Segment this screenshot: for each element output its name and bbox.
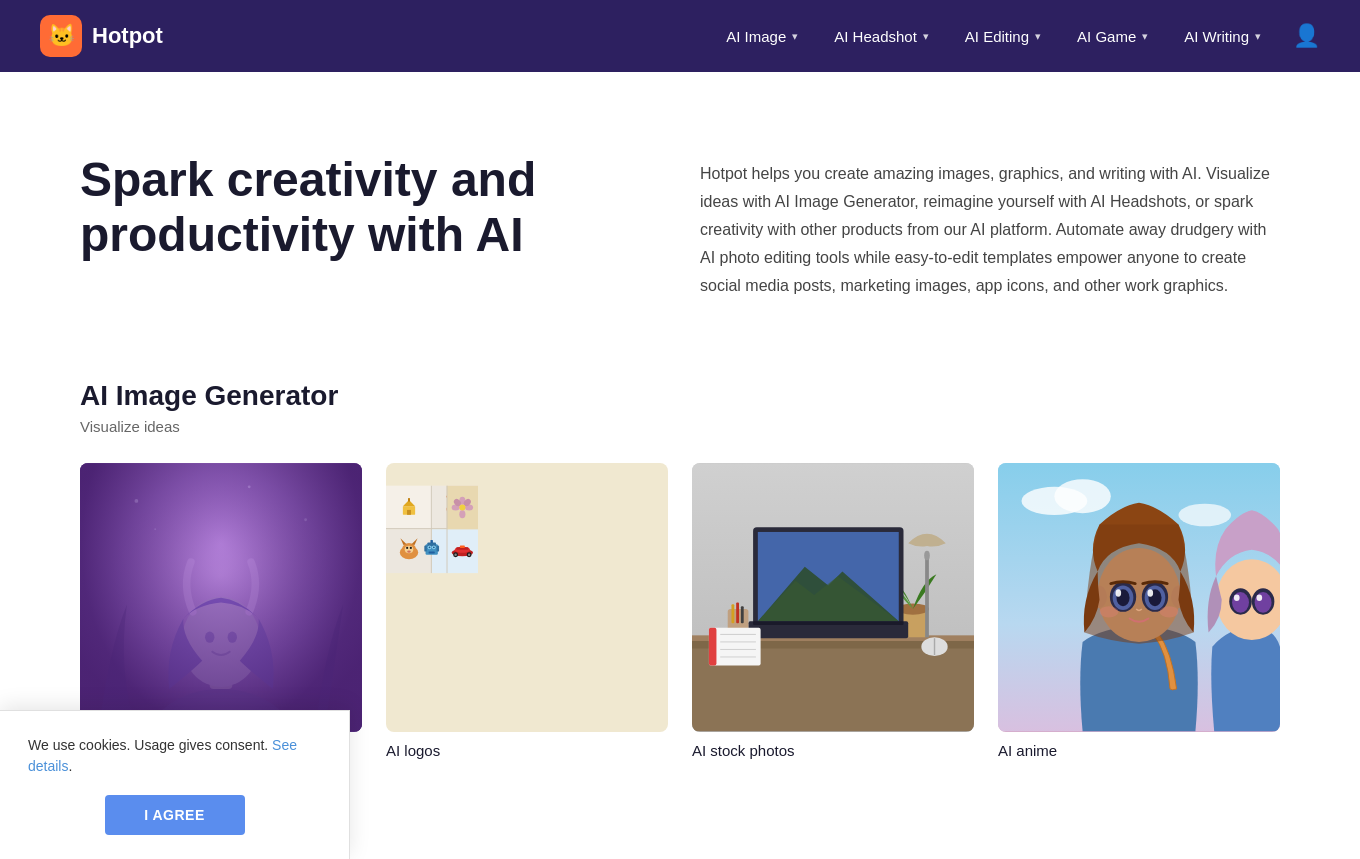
svg-rect-20 — [407, 510, 411, 515]
anime-svg — [998, 463, 1280, 732]
svg-point-52 — [433, 546, 435, 548]
logo-icon: 🐱 — [40, 15, 82, 57]
svg-point-108 — [1160, 606, 1179, 617]
svg-rect-53 — [429, 552, 435, 554]
svg-point-1 — [108, 482, 334, 670]
svg-point-106 — [1147, 589, 1153, 597]
logo-link[interactable]: 🐱 Hotpot — [40, 15, 163, 57]
svg-point-71 — [924, 551, 930, 560]
svg-point-6 — [228, 632, 237, 643]
card-ai-stock[interactable]: AI stock photos — [692, 463, 974, 759]
svg-point-93 — [1054, 479, 1110, 513]
nav-link-ai-game[interactable]: AI Game ▾ — [1061, 20, 1164, 53]
svg-rect-81 — [736, 602, 739, 623]
hero-description: Hotpot helps you create amazing images, … — [700, 152, 1280, 300]
nav-label-ai-editing: AI Editing — [965, 28, 1029, 45]
svg-point-107 — [1100, 606, 1119, 617]
card-image-fantasy — [80, 463, 362, 732]
cookie-agree-button[interactable]: I AGREE — [105, 795, 245, 819]
chevron-down-icon-4: ▾ — [1142, 30, 1148, 43]
stock-svg — [692, 463, 974, 732]
svg-rect-85 — [709, 628, 761, 666]
svg-point-10 — [154, 528, 156, 530]
svg-point-51 — [429, 546, 431, 548]
nav-item-ai-headshot: AI Headshot ▾ — [818, 20, 945, 53]
svg-point-43 — [406, 547, 408, 549]
card-image-stock — [692, 463, 974, 732]
svg-rect-86 — [709, 628, 717, 666]
nav-item-ai-writing: AI Writing ▾ — [1168, 20, 1277, 53]
svg-point-105 — [1116, 589, 1122, 597]
svg-point-94 — [1178, 504, 1231, 527]
section-title: AI Image Generator — [80, 380, 1280, 412]
svg-rect-70 — [925, 557, 929, 637]
nav-links: AI Image ▾ AI Headshot ▾ AI Editing ▾ AI… — [710, 20, 1277, 53]
svg-point-114 — [1234, 594, 1240, 601]
nav-item-ai-editing: AI Editing ▾ — [949, 20, 1057, 53]
chevron-down-icon-5: ▾ — [1255, 30, 1261, 43]
svg-rect-82 — [741, 606, 744, 623]
cookie-banner: We use cookies. Usage gives consent. See… — [0, 710, 350, 819]
svg-point-4 — [182, 597, 261, 687]
fantasy-svg — [80, 463, 362, 732]
nav-link-ai-editing[interactable]: AI Editing ▾ — [949, 20, 1057, 53]
nav-link-ai-writing[interactable]: AI Writing ▾ — [1168, 20, 1277, 53]
card-label-ai-stock: AI stock photos — [692, 742, 974, 759]
svg-rect-55 — [437, 545, 439, 551]
nav-item-ai-game: AI Game ▾ — [1061, 20, 1164, 53]
nav-link-ai-headshot[interactable]: AI Headshot ▾ — [818, 20, 945, 53]
hero-section: Spark creativity and productivity with A… — [0, 72, 1360, 360]
svg-rect-54 — [424, 545, 426, 551]
svg-point-32 — [459, 510, 465, 518]
chevron-down-icon-2: ▾ — [923, 30, 929, 43]
svg-point-37 — [459, 504, 465, 510]
svg-rect-80 — [731, 604, 734, 623]
card-ai-logos[interactable]: AI logos — [386, 463, 668, 759]
svg-point-9 — [248, 485, 251, 488]
svg-rect-63 — [460, 545, 465, 547]
svg-rect-0 — [80, 463, 362, 731]
svg-point-61 — [454, 553, 456, 555]
card-label-ai-logos: AI logos — [386, 742, 668, 759]
user-icon[interactable]: 👤 — [1293, 23, 1320, 49]
svg-point-113 — [1255, 592, 1272, 613]
nav-label-ai-image: AI Image — [726, 28, 786, 45]
svg-point-44 — [410, 547, 412, 549]
svg-point-112 — [1232, 592, 1249, 613]
nav-label-ai-headshot: AI Headshot — [834, 28, 917, 45]
cookie-text: We use cookies. Usage gives consent. See… — [28, 735, 321, 777]
svg-point-5 — [205, 632, 214, 643]
svg-point-7 — [135, 499, 139, 503]
logo-text: Hotpot — [92, 23, 163, 49]
chevron-down-icon: ▾ — [792, 30, 798, 43]
nav-item-ai-image: AI Image ▾ — [710, 20, 814, 53]
svg-rect-78 — [753, 621, 903, 625]
nav-label-ai-game: AI Game — [1077, 28, 1136, 45]
logos-svg — [386, 463, 478, 596]
nav-link-ai-image[interactable]: AI Image ▾ — [710, 20, 814, 53]
hero-title: Spark creativity and productivity with A… — [80, 152, 620, 262]
svg-point-62 — [468, 553, 470, 555]
svg-point-45 — [407, 550, 411, 552]
section-subtitle: Visualize ideas — [80, 418, 1280, 435]
card-image-logos — [386, 463, 668, 732]
navbar: 🐱 Hotpot AI Image ▾ AI Headshot ▾ AI Edi… — [0, 0, 1360, 72]
chevron-down-icon-3: ▾ — [1035, 30, 1041, 43]
svg-rect-3 — [210, 651, 233, 689]
svg-point-8 — [304, 518, 307, 521]
card-label-ai-anime: AI anime — [998, 742, 1280, 759]
svg-rect-19 — [408, 498, 410, 501]
svg-point-115 — [1257, 594, 1263, 601]
nav-label-ai-writing: AI Writing — [1184, 28, 1249, 45]
card-ai-anime[interactable]: AI anime — [998, 463, 1280, 759]
card-image-anime — [998, 463, 1280, 732]
svg-rect-48 — [430, 540, 432, 543]
